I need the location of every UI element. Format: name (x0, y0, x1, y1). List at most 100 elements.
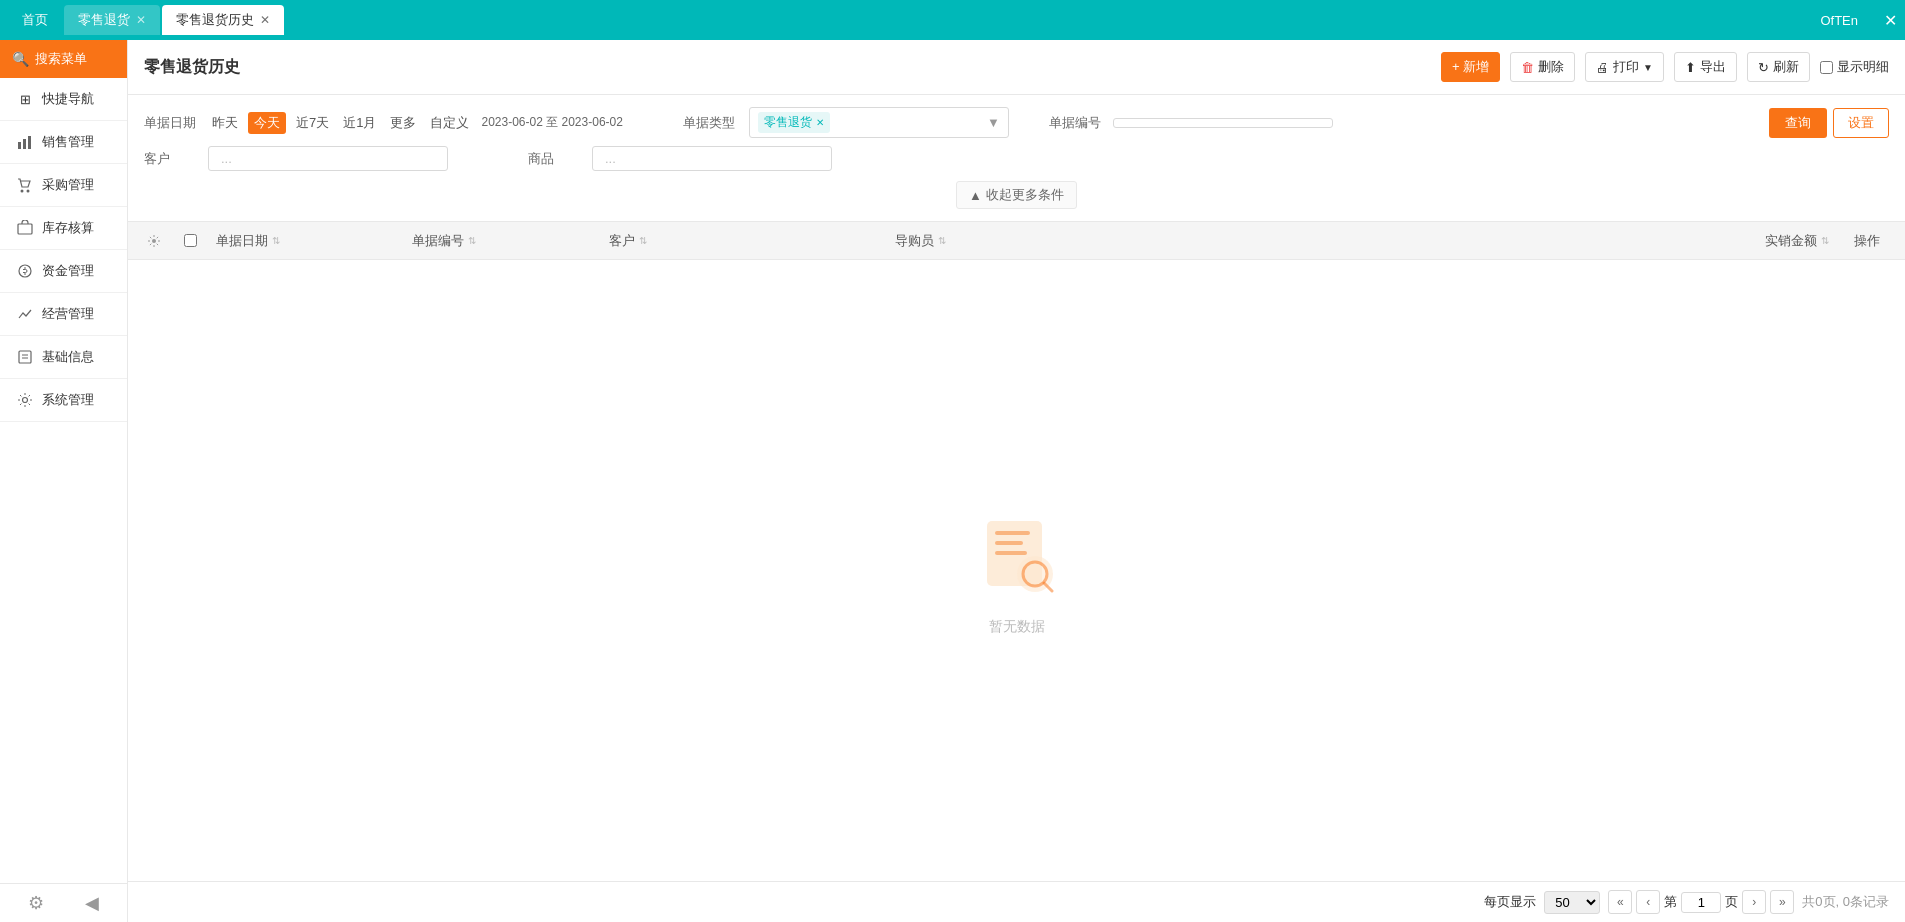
number-filter-area: 单据编号 (1049, 114, 1333, 132)
filter-row-2: 客户 ... 商品 ... (144, 146, 1889, 171)
date-option-custom[interactable]: 自定义 (426, 112, 473, 134)
sidebar-item-operations-mgmt[interactable]: 经营管理 (0, 293, 127, 336)
sidebar-item-purchase-mgmt[interactable]: 采购管理 (0, 164, 127, 207)
table-area: 单据日期 ⇅ 单据编号 ⇅ 客户 ⇅ 导购员 ⇅ 实销金额 (128, 222, 1905, 881)
sidebar-item-sales-label: 销售管理 (42, 133, 94, 151)
next-page-btn[interactable]: › (1742, 890, 1766, 914)
refresh-button[interactable]: ↻ 刷新 (1747, 52, 1810, 82)
sidebar: 🔍 搜索菜单 ⊞ 快捷导航 销售管理 采购管理 库存核算 (0, 40, 128, 922)
th-client[interactable]: 客户 ⇅ (601, 232, 888, 250)
export-button[interactable]: ⬆ 导出 (1674, 52, 1737, 82)
page-size-label: 每页显示 (1484, 893, 1536, 911)
client-filter-area: 客户 ... (144, 146, 448, 171)
sidebar-item-inventory[interactable]: 库存核算 (0, 207, 127, 250)
search-icon: 🔍 (12, 51, 29, 67)
th-guide-label: 导购员 (895, 232, 934, 250)
svg-rect-14 (995, 541, 1023, 545)
goods-filter-area: 商品 ... (528, 146, 832, 171)
type-filter-label: 单据类型 (683, 114, 743, 132)
prev-page-btn[interactable]: ‹ (1636, 890, 1660, 914)
date-option-today[interactable]: 今天 (248, 112, 286, 134)
svg-rect-7 (19, 351, 31, 363)
type-tag: 零售退货 ✕ (758, 112, 830, 133)
collapse-button[interactable]: ▲ 收起更多条件 (956, 181, 1077, 209)
search-menu[interactable]: 🔍 搜索菜单 (0, 40, 127, 78)
pagination: 每页显示 50 10 20 100 « ‹ 第 页 › » 共0页, 0条记录 (128, 881, 1905, 922)
sidebar-item-system-label: 系统管理 (42, 391, 94, 409)
date-filter-label: 单据日期 (144, 114, 204, 132)
search-menu-label: 搜索菜单 (35, 50, 87, 68)
page-input[interactable] (1681, 892, 1721, 913)
date-option-yesterday[interactable]: 昨天 (208, 112, 242, 134)
sidebar-item-operations-label: 经营管理 (42, 305, 94, 323)
goods-filter-input[interactable]: ... (592, 146, 832, 171)
collapse-sidebar-icon[interactable]: ◀ (85, 892, 99, 914)
query-button[interactable]: 查询 (1769, 108, 1827, 138)
first-page-btn[interactable]: « (1608, 890, 1632, 914)
goods-placeholder: ... (605, 151, 616, 166)
th-client-label: 客户 (609, 232, 635, 250)
empty-state: 暂无数据 (128, 260, 1905, 881)
type-tag-close[interactable]: ✕ (816, 117, 824, 128)
th-date[interactable]: 单据日期 ⇅ (208, 232, 404, 250)
page-label: 第 (1664, 893, 1677, 911)
show-detail-checkbox[interactable] (1820, 61, 1833, 74)
client-filter-input[interactable]: ... (208, 146, 448, 171)
total-text: 共0页, 0条记录 (1802, 893, 1889, 911)
table-header: 单据日期 ⇅ 单据编号 ⇅ 客户 ⇅ 导购员 ⇅ 实销金额 (128, 222, 1905, 260)
type-dropdown-arrow[interactable]: ▼ (987, 115, 1000, 130)
print-button[interactable]: 🖨 打印 ▼ (1585, 52, 1664, 82)
svg-point-11 (152, 239, 156, 243)
settings-bottom-icon[interactable]: ⚙ (28, 892, 44, 914)
type-filter-area: 单据类型 零售退货 ✕ ▼ (683, 107, 1009, 138)
tab-retail-return-history[interactable]: 零售退货历史 ✕ (162, 5, 284, 35)
date-option-1month[interactable]: 近1月 (339, 112, 380, 134)
delete-button[interactable]: 🗑 删除 (1510, 52, 1575, 82)
new-button[interactable]: + 新增 (1441, 52, 1500, 82)
tab-retail-return-close[interactable]: ✕ (136, 13, 146, 27)
type-filter-input[interactable]: 零售退货 ✕ ▼ (749, 107, 1009, 138)
show-detail-checkbox-label[interactable]: 显示明细 (1820, 58, 1889, 76)
tab-retail-return-history-close[interactable]: ✕ (260, 13, 270, 27)
th-action-label: 操作 (1854, 232, 1880, 250)
settings-button[interactable]: 设置 (1833, 108, 1889, 138)
sidebar-item-sales-mgmt[interactable]: 销售管理 (0, 121, 127, 164)
th-settings[interactable] (136, 234, 172, 248)
tab-retail-return-label: 零售退货 (78, 11, 130, 29)
svg-rect-5 (18, 224, 32, 234)
number-filter-input[interactable] (1113, 118, 1333, 128)
svg-point-6 (19, 265, 31, 277)
th-date-label: 单据日期 (216, 232, 268, 250)
finance-icon (16, 262, 34, 280)
settings-button-label: 设置 (1848, 115, 1874, 130)
page-header: 零售退货历史 + 新增 🗑 删除 🖨 打印 ▼ ⬆ 导出 (128, 40, 1905, 95)
svg-rect-1 (23, 139, 26, 149)
sidebar-item-system-mgmt[interactable]: 系统管理 (0, 379, 127, 422)
refresh-icon: ↻ (1758, 60, 1769, 75)
svg-point-3 (21, 190, 24, 193)
th-guide[interactable]: 导购员 ⇅ (887, 232, 1083, 250)
svg-rect-0 (18, 142, 21, 149)
date-option-7days[interactable]: 近7天 (292, 112, 333, 134)
last-page-btn[interactable]: » (1770, 890, 1794, 914)
collapse-button-label: 收起更多条件 (986, 186, 1064, 204)
sidebar-item-purchase-label: 采购管理 (42, 176, 94, 194)
sidebar-item-inventory-label: 库存核算 (42, 219, 94, 237)
th-amount[interactable]: 实销金额 ⇅ (1641, 232, 1837, 250)
th-number[interactable]: 单据编号 ⇅ (404, 232, 600, 250)
collapse-up-icon: ▲ (969, 188, 982, 203)
number-sort-icon: ⇅ (468, 235, 476, 246)
sidebar-item-quick-nav[interactable]: ⊞ 快捷导航 (0, 78, 127, 121)
tab-retail-return[interactable]: 零售退货 ✕ (64, 5, 160, 35)
th-number-label: 单据编号 (412, 232, 464, 250)
purchase-icon (16, 176, 34, 194)
tab-home[interactable]: 首页 (8, 5, 62, 35)
select-all-checkbox[interactable] (184, 234, 197, 247)
th-checkbox[interactable] (172, 234, 208, 247)
sidebar-item-finance-mgmt[interactable]: 资金管理 (0, 250, 127, 293)
page-size-select[interactable]: 50 10 20 100 (1544, 891, 1600, 914)
sidebar-item-basic-info[interactable]: 基础信息 (0, 336, 127, 379)
query-button-label: 查询 (1785, 115, 1811, 130)
window-close-icon[interactable]: ✕ (1884, 11, 1897, 30)
date-option-more[interactable]: 更多 (386, 112, 420, 134)
